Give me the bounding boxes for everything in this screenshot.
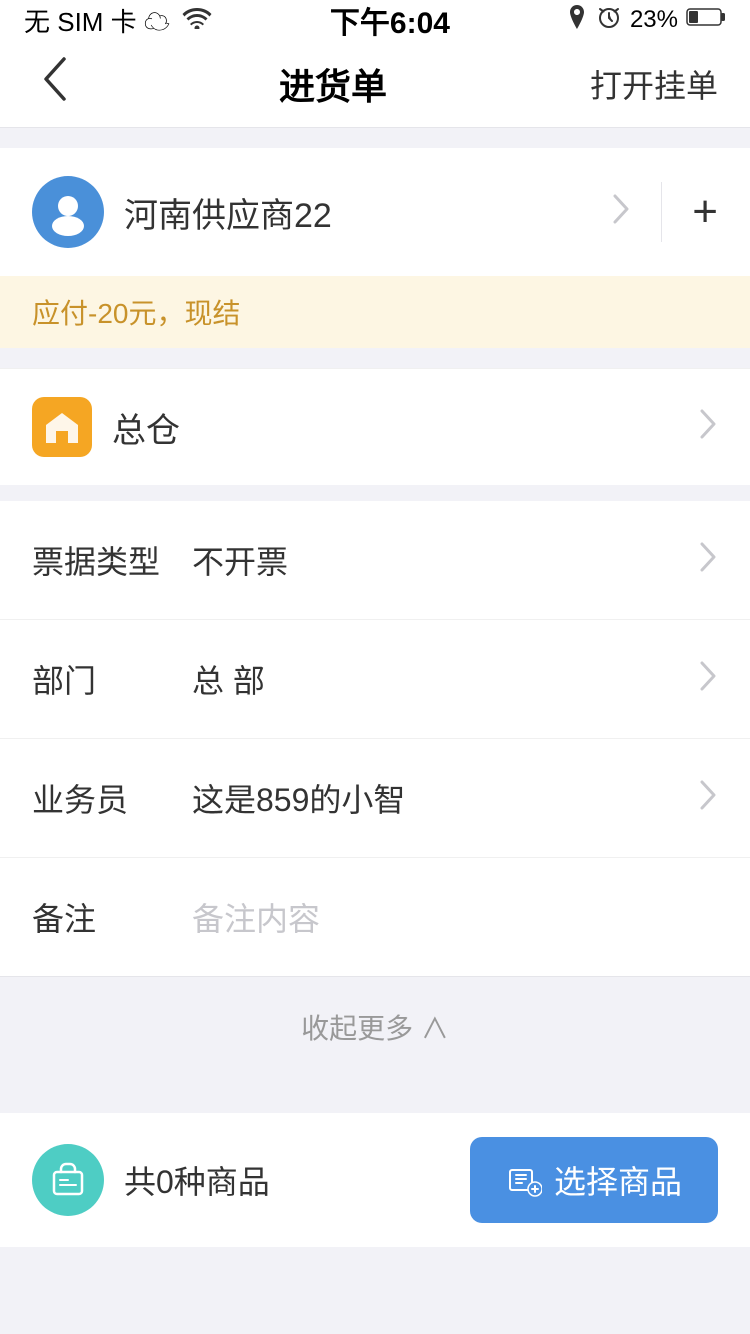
warehouse-row[interactable]: 总仓	[0, 368, 750, 485]
department-chevron-icon	[698, 659, 718, 700]
status-time: 下午6:04	[330, 0, 450, 42]
remark-label: 备注	[32, 894, 172, 940]
bottom-section: 共0种商品 选择商品	[0, 1113, 750, 1247]
warehouse-chevron-icon	[698, 407, 718, 448]
salesperson-row[interactable]: 业务员 这是859的小智	[0, 739, 750, 858]
remark-placeholder[interactable]: 备注内容	[192, 894, 718, 940]
open-pending-button[interactable]: 打开挂单	[590, 61, 718, 107]
product-icon	[32, 1144, 104, 1216]
department-label: 部门	[32, 656, 172, 702]
warehouse-icon	[32, 397, 92, 457]
invoice-type-chevron-icon	[698, 540, 718, 581]
product-count: 共0种商品	[124, 1157, 450, 1203]
salesperson-label: 业务员	[32, 775, 172, 821]
warehouse-section: 总仓	[0, 368, 750, 485]
invoice-type-row[interactable]: 票据类型 不开票	[0, 501, 750, 620]
add-supplier-button[interactable]: +	[692, 187, 718, 237]
status-bar: 无 SIM 卡 ☁ 下午6:04 23%	[0, 0, 750, 40]
supplier-chevron-icon	[611, 192, 631, 233]
invoice-type-label: 票据类型	[32, 537, 172, 583]
supplier-section: 河南供应商22 + 应付-20元，现结	[0, 148, 750, 348]
back-button[interactable]	[32, 47, 76, 121]
department-row[interactable]: 部门 总 部	[0, 620, 750, 739]
divider-2	[0, 348, 750, 368]
status-right: 23%	[566, 4, 726, 37]
alarm-icon	[596, 4, 622, 37]
nav-bar: 进货单 打开挂单	[0, 40, 750, 128]
supplier-name: 河南供应商22	[124, 188, 611, 237]
collapse-row[interactable]: 收起更多 ∧	[0, 976, 750, 1077]
status-left: 无 SIM 卡 ☁	[24, 2, 214, 39]
notice-bar: 应付-20元，现结	[0, 276, 750, 348]
divider-3	[0, 1077, 750, 1097]
battery-text: 23%	[630, 6, 678, 34]
supplier-separator	[661, 182, 662, 242]
remark-row[interactable]: 备注 备注内容	[0, 858, 750, 976]
department-value: 总 部	[192, 656, 698, 702]
signal-text: 无 SIM 卡 ☁	[24, 2, 170, 39]
select-product-button[interactable]: 选择商品	[470, 1137, 718, 1223]
form-section: 票据类型 不开票 部门 总 部 业务员 这是859的小智 备注 备注内容	[0, 501, 750, 976]
warehouse-name: 总仓	[112, 403, 698, 452]
invoice-type-value: 不开票	[192, 537, 698, 583]
page-title: 进货单	[279, 58, 387, 110]
salesperson-value: 这是859的小智	[192, 775, 698, 821]
supplier-row[interactable]: 河南供应商22 +	[0, 148, 750, 276]
salesperson-chevron-icon	[698, 778, 718, 819]
location-icon	[566, 4, 588, 37]
supplier-avatar	[32, 176, 104, 248]
select-product-label: 选择商品	[554, 1157, 682, 1203]
battery-icon	[686, 6, 726, 35]
wifi-icon	[180, 5, 214, 36]
divider-1	[0, 128, 750, 148]
